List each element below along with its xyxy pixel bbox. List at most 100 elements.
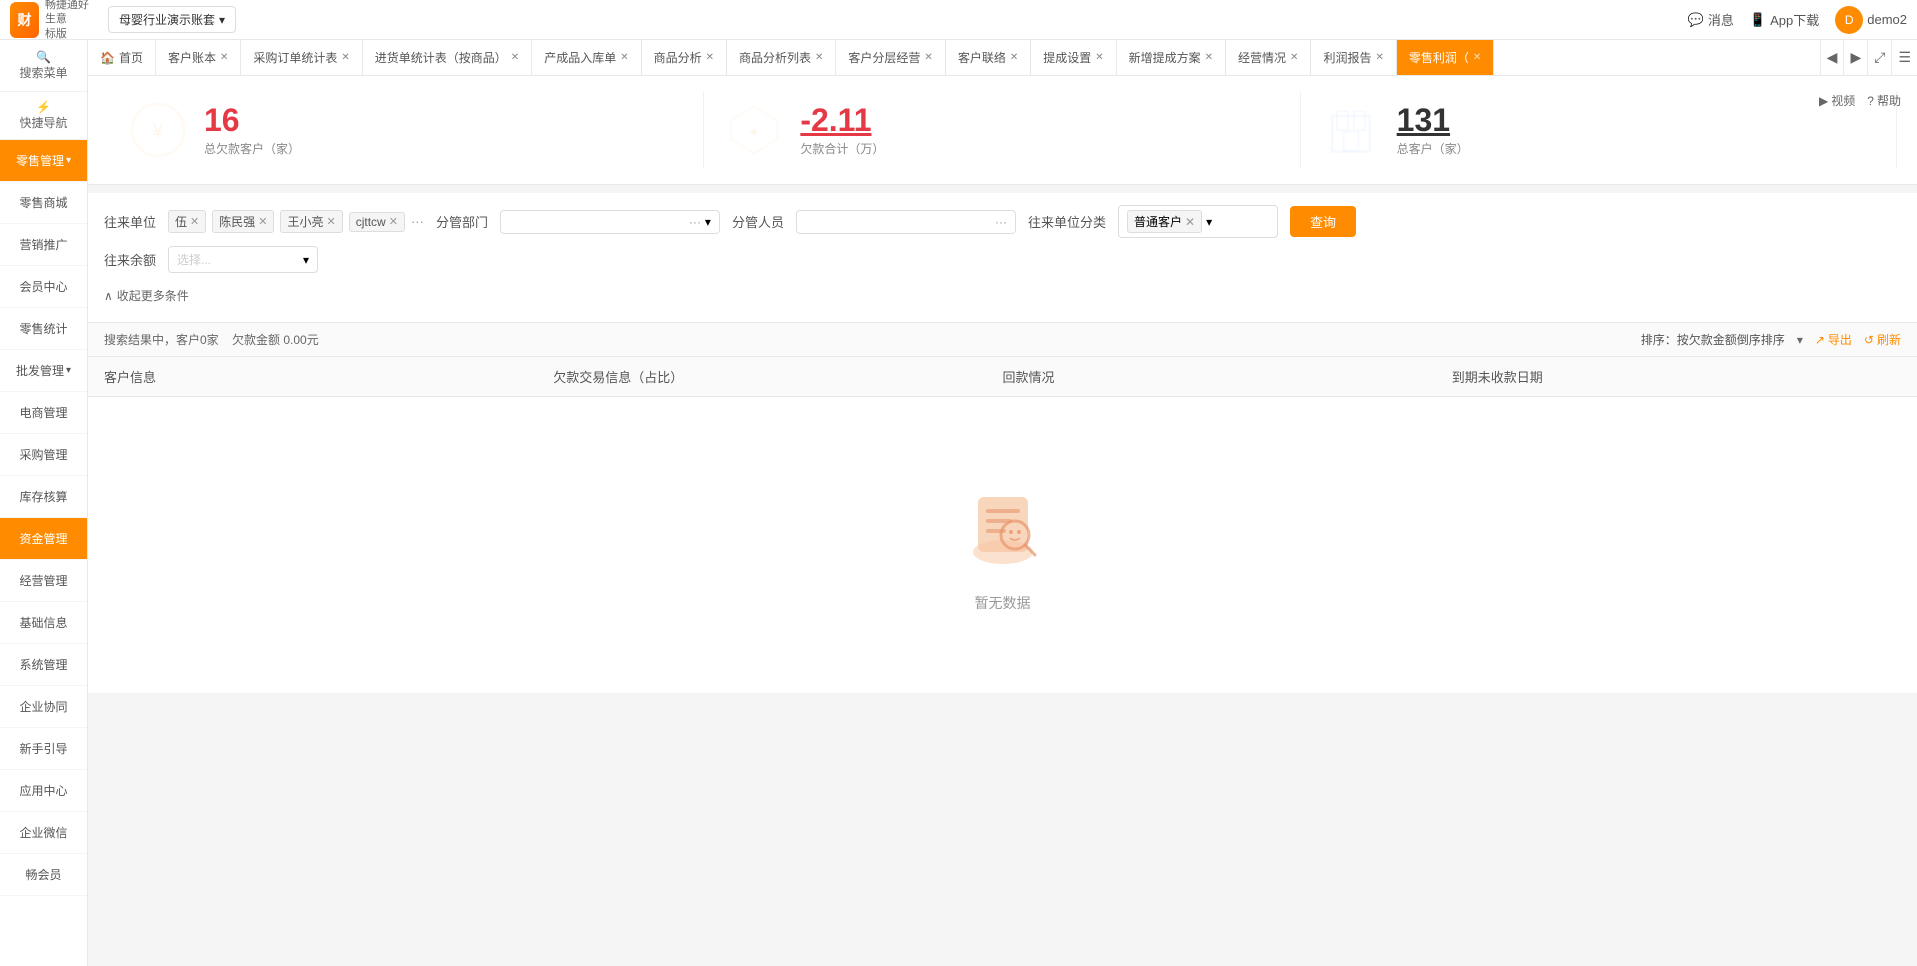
sidebar-item-inventory[interactable]: 库存核算 — [0, 476, 87, 518]
tab-close-icon[interactable]: ✕ — [815, 52, 823, 63]
video-icon: ▶ — [1819, 94, 1828, 108]
tab-menu[interactable]: ☰ — [1891, 40, 1917, 76]
collapse-up-icon: ∧ — [104, 289, 113, 303]
tab-close-icon[interactable]: ✕ — [220, 52, 228, 63]
classify-tag-close[interactable]: ✕ — [1185, 215, 1195, 229]
app-download-button[interactable]: 📱 App下载 — [1750, 10, 1819, 29]
tab-product-analysis-list[interactable]: 商品分析列表 ✕ — [727, 40, 836, 76]
sidebar-item-member[interactable]: 会员中心 — [0, 266, 87, 308]
tab-close-icon[interactable]: ✕ — [924, 52, 932, 63]
tab-close-icon[interactable]: ✕ — [1205, 52, 1213, 63]
tab-profit-report[interactable]: 利润报告 ✕ — [1311, 40, 1396, 76]
top-right: 💬 消息 📱 App下载 D demo2 — [1688, 6, 1907, 34]
tab-retail-profit[interactable]: 零售利润（ ✕ — [1397, 40, 1494, 76]
sidebar-item-marketing[interactable]: 营销推广 — [0, 224, 87, 266]
tab-close-icon[interactable]: ✕ — [511, 52, 519, 63]
sidebar-item-purchase[interactable]: 采购管理 — [0, 434, 87, 476]
workspace-selector[interactable]: 母婴行业演示账套 ▾ — [108, 6, 236, 33]
sidebar-item-retail[interactable]: 零售管理 ▾ — [0, 140, 87, 182]
sidebar-item-label: 系统管理 — [19, 658, 67, 672]
tab-scroll-right[interactable]: ▶ — [1843, 40, 1867, 76]
sidebar-item-wechat[interactable]: 企业微信 — [0, 812, 87, 854]
sidebar-item-vip[interactable]: 畅会员 — [0, 854, 87, 896]
tab-close-icon[interactable]: ✕ — [1473, 52, 1481, 63]
tag-close-wang[interactable]: ✕ — [327, 215, 336, 228]
export-button[interactable]: ↗ 导出 — [1815, 331, 1852, 348]
data-table: 客户信息 欠款交易信息（占比） 回款情况 到期未收款日期 — [88, 357, 1917, 693]
filter-tag-wang[interactable]: 王小亮 ✕ — [280, 210, 342, 233]
tab-close-icon[interactable]: ✕ — [1095, 52, 1103, 63]
filter-tag-cjttcw[interactable]: cjttcw ✕ — [349, 212, 405, 232]
sidebar-search[interactable]: 🔍 搜索菜单 — [0, 40, 87, 92]
balance-select[interactable]: 选择... ▾ — [168, 246, 318, 273]
tab-business-status[interactable]: 经营情况 ✕ — [1226, 40, 1311, 76]
chevron-icon: ▾ — [66, 365, 71, 376]
sidebar-item-basic[interactable]: 基础信息 — [0, 602, 87, 644]
collapse-button[interactable]: ∧ 收起更多条件 — [104, 287, 1901, 304]
tab-close-icon[interactable]: ✕ — [341, 52, 349, 63]
sidebar-item-label: 零售管理 — [16, 152, 64, 169]
sidebar-item-label: 零售商城 — [19, 196, 67, 210]
tab-close-icon[interactable]: ✕ — [1290, 52, 1298, 63]
sidebar-item-ecommerce[interactable]: 电商管理 — [0, 392, 87, 434]
filter-row-1: 往来单位 伍 ✕ 陈民强 ✕ 王小亮 ✕ — [104, 205, 1901, 238]
unit-filter-tags: 伍 ✕ 陈民强 ✕ 王小亮 ✕ cjttcw ✕ — [168, 210, 424, 233]
stat-info-debt: -2.11 欠款合计（万） — [800, 104, 884, 157]
sidebar-item-collab[interactable]: 企业协同 — [0, 686, 87, 728]
page-content: ¥ 16 总欠款客户（家） ✦ — [88, 76, 1917, 966]
building-icon — [1321, 100, 1381, 160]
classify-select[interactable]: 普通客户 ✕ ▾ — [1118, 205, 1278, 238]
tab-close-icon[interactable]: ✕ — [706, 52, 714, 63]
stat-value-debt: -2.11 — [800, 104, 884, 136]
logo: 财 畅捷通好生意 标版 — [10, 0, 98, 41]
results-summary: 搜索结果中，客户0家 欠款金额 0.00元 — [104, 331, 319, 348]
tab-product-inbound[interactable]: 产成品入库单 ✕ — [532, 40, 641, 76]
tab-maximize[interactable]: ⤢ — [1867, 40, 1891, 76]
tab-home[interactable]: 🏠 首页 — [88, 40, 156, 76]
sidebar-item-label: 零售统计 — [19, 322, 67, 336]
sidebar-item-finance[interactable]: 资金管理 — [0, 518, 87, 560]
tab-customer-contact[interactable]: 客户联络 ✕ — [946, 40, 1031, 76]
tag-close-wu[interactable]: ✕ — [190, 215, 199, 228]
top-bar: 财 畅捷通好生意 标版 母婴行业演示账套 ▾ 💬 消息 📱 App下载 D de… — [0, 0, 1917, 40]
help-button[interactable]: ? 帮助 — [1867, 92, 1901, 109]
tab-close-icon[interactable]: ✕ — [1375, 52, 1383, 63]
tab-close-icon[interactable]: ✕ — [1010, 52, 1018, 63]
dept-select[interactable]: ··· ▾ — [500, 210, 720, 234]
sidebar-item-label: 电商管理 — [19, 406, 67, 420]
tab-bar: 🏠 首页 客户账本 ✕ 采购订单统计表 ✕ 进货单统计表（按商品） ✕ 产成品入… — [88, 40, 1917, 76]
filter-more-btn[interactable]: ··· — [411, 214, 424, 229]
filter-tag-chen[interactable]: 陈民强 ✕ — [212, 210, 274, 233]
sidebar-item-retail-mall[interactable]: 零售商城 — [0, 182, 87, 224]
sidebar-item-apps[interactable]: 应用中心 — [0, 770, 87, 812]
filter-tag-wu[interactable]: 伍 ✕ — [168, 210, 206, 233]
tab-customer-ledger[interactable]: 客户账本 ✕ — [156, 40, 241, 76]
message-icon: 💬 — [1688, 12, 1704, 28]
tab-customer-tier[interactable]: 客户分层经营 ✕ — [836, 40, 945, 76]
tab-commission-settings[interactable]: 提成设置 ✕ — [1031, 40, 1116, 76]
tab-product-analysis[interactable]: 商品分析 ✕ — [642, 40, 727, 76]
user-profile[interactable]: D demo2 — [1835, 6, 1907, 34]
sidebar-item-operations[interactable]: 经营管理 — [0, 560, 87, 602]
query-button[interactable]: 查询 — [1290, 206, 1356, 237]
sidebar-item-system[interactable]: 系统管理 — [0, 644, 87, 686]
messages-button[interactable]: 💬 消息 — [1688, 10, 1734, 29]
chevron-icon: ▾ — [66, 155, 71, 166]
sidebar-item-guide[interactable]: 新手引导 — [0, 728, 87, 770]
unit-filter-label: 往来单位 — [104, 212, 156, 231]
dept-filter-label: 分管部门 — [436, 212, 488, 231]
avatar: D — [1835, 6, 1863, 34]
sidebar-item-wholesale[interactable]: 批发管理 ▾ — [0, 350, 87, 392]
tab-close-icon[interactable]: ✕ — [620, 52, 628, 63]
tag-close-cjttcw[interactable]: ✕ — [389, 215, 398, 228]
video-button[interactable]: ▶ 视频 — [1819, 92, 1855, 109]
tab-add-commission[interactable]: 新增提成方案 ✕ — [1117, 40, 1226, 76]
tab-purchase-stats[interactable]: 采购订单统计表 ✕ — [241, 40, 362, 76]
tag-close-chen[interactable]: ✕ — [258, 215, 267, 228]
manager-select[interactable]: ··· — [796, 210, 1016, 234]
refresh-button[interactable]: ↺ 刷新 — [1864, 331, 1901, 348]
sidebar-item-retail-stats[interactable]: 零售统计 — [0, 308, 87, 350]
tab-scroll-left[interactable]: ◀ — [1820, 40, 1844, 76]
tab-inbound-stats[interactable]: 进货单统计表（按商品） ✕ — [363, 40, 532, 76]
sidebar-quick-nav[interactable]: ⚡ 快捷导航 — [0, 92, 87, 140]
